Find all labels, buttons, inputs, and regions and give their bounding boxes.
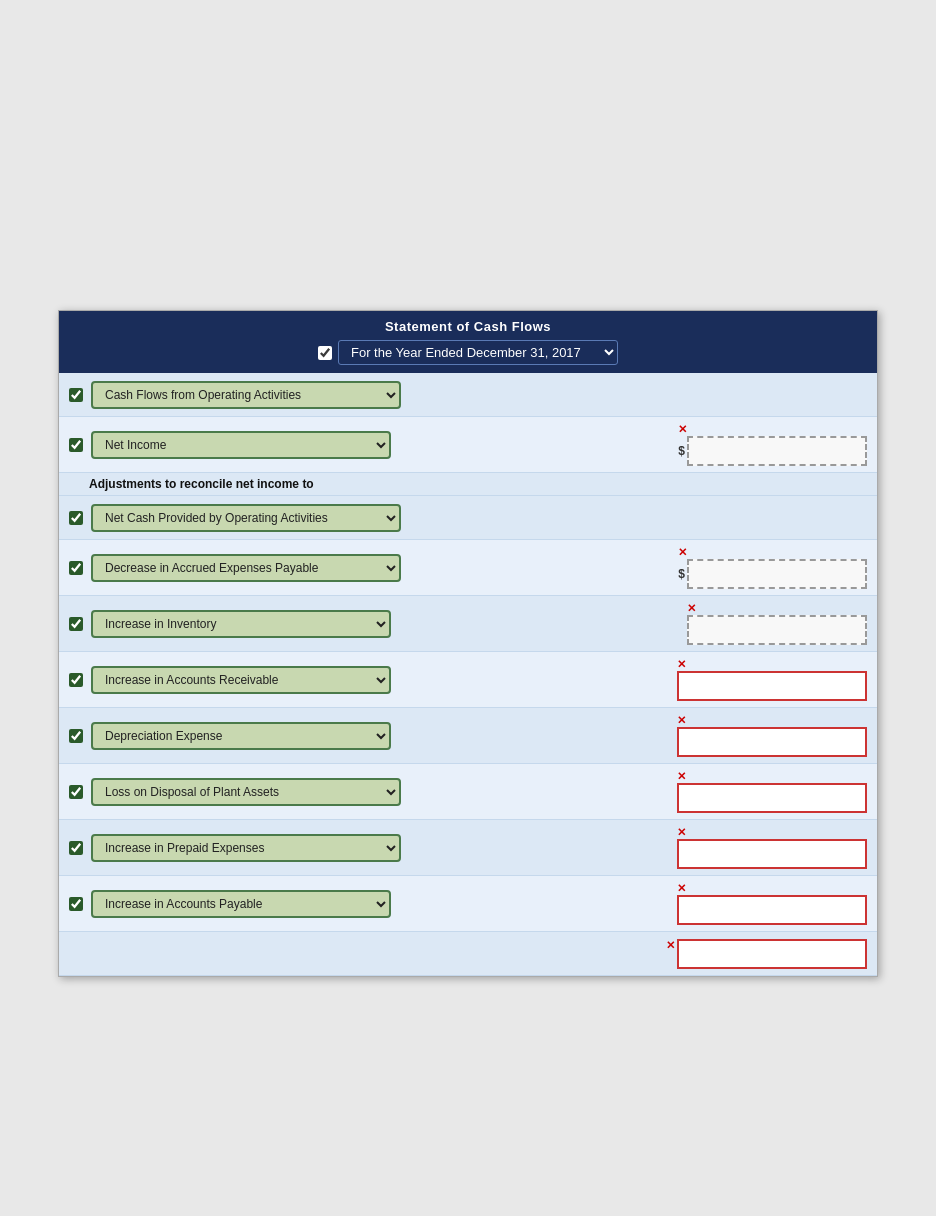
row-right: ✕: [687, 602, 867, 645]
loss-disposal-checkbox[interactable]: [69, 785, 83, 799]
increase-ap-checkbox[interactable]: [69, 897, 83, 911]
net-income-dollar: $: [678, 444, 685, 458]
loss-disposal-close-icon[interactable]: ✕: [677, 770, 686, 783]
increase-prepaid-input[interactable]: [677, 839, 867, 869]
total-row: ✕: [59, 932, 877, 976]
loss-disposal-input[interactable]: [677, 783, 867, 813]
row-left: Loss on Disposal of Plant Assets: [69, 778, 401, 806]
loss-disposal-select[interactable]: Loss on Disposal of Plant Assets: [91, 778, 401, 806]
increase-ar-input[interactable]: [677, 671, 867, 701]
increase-inventory-select[interactable]: Increase in Inventory: [91, 610, 391, 638]
operating-activities-row: Cash Flows from Operating Activities: [59, 373, 877, 417]
increase-ar-select[interactable]: Increase in Accounts Receivable: [91, 666, 391, 694]
row-left: Increase in Accounts Payable: [69, 890, 391, 918]
increase-ap-select[interactable]: Increase in Accounts Payable: [91, 890, 391, 918]
row-right: ✕ $: [678, 423, 867, 466]
header-checkbox[interactable]: [318, 346, 332, 360]
row-left: Cash Flows from Operating Activities: [69, 381, 401, 409]
depreciation-input[interactable]: [677, 727, 867, 757]
total-input[interactable]: [677, 939, 867, 969]
decrease-accrued-close-icon[interactable]: ✕: [678, 546, 687, 559]
depreciation-row: Depreciation Expense ✕: [59, 708, 877, 764]
row-left: Increase in Accounts Receivable: [69, 666, 391, 694]
row-right: ✕: [677, 770, 867, 813]
net-income-select[interactable]: Net Income: [91, 431, 391, 459]
main-container: Statement of Cash Flows For the Year End…: [58, 310, 878, 977]
increase-prepaid-row: Increase in Prepaid Expenses ✕: [59, 820, 877, 876]
operating-activities-select[interactable]: Cash Flows from Operating Activities: [91, 381, 401, 409]
increase-inventory-row: Increase in Inventory ✕: [59, 596, 877, 652]
loss-disposal-row: Loss on Disposal of Plant Assets ✕: [59, 764, 877, 820]
increase-prepaid-close-icon[interactable]: ✕: [677, 826, 686, 839]
total-input-group: ✕: [666, 939, 867, 969]
total-close-icon[interactable]: ✕: [666, 939, 675, 952]
decrease-accrued-input[interactable]: [687, 559, 867, 589]
increase-prepaid-select[interactable]: Increase in Prepaid Expenses: [91, 834, 401, 862]
depreciation-close-icon[interactable]: ✕: [677, 714, 686, 727]
net-income-input[interactable]: [687, 436, 867, 466]
row-right: ✕: [677, 714, 867, 757]
increase-prepaid-input-group: ✕: [677, 826, 867, 869]
row-right: ✕: [677, 658, 867, 701]
net-cash-checkbox[interactable]: [69, 511, 83, 525]
increase-ar-input-group: ✕: [677, 658, 867, 701]
depreciation-select[interactable]: Depreciation Expense: [91, 722, 391, 750]
row-left: Net Income: [69, 431, 391, 459]
row-right: ✕: [677, 826, 867, 869]
page-wrapper: Statement of Cash Flows For the Year End…: [20, 20, 916, 1216]
header-dropdown-row: For the Year Ended December 31, 2017: [318, 340, 618, 365]
adjustments-label: Adjustments to reconcile net income to: [59, 473, 877, 496]
increase-ar-row: Increase in Accounts Receivable ✕: [59, 652, 877, 708]
row-left: Increase in Inventory: [69, 610, 391, 638]
increase-inventory-close-icon[interactable]: ✕: [687, 602, 696, 615]
increase-ar-close-icon[interactable]: ✕: [677, 658, 686, 671]
net-income-checkbox[interactable]: [69, 438, 83, 452]
operating-activities-checkbox[interactable]: [69, 388, 83, 402]
row-right: ✕ $: [678, 546, 867, 589]
period-select[interactable]: For the Year Ended December 31, 2017: [338, 340, 618, 365]
row-left: Net Cash Provided by Operating Activitie…: [69, 504, 401, 532]
increase-inventory-input-group: ✕: [687, 602, 867, 645]
content-area: Cash Flows from Operating Activities Net…: [59, 373, 877, 976]
increase-prepaid-checkbox[interactable]: [69, 841, 83, 855]
depreciation-checkbox[interactable]: [69, 729, 83, 743]
row-right: ✕: [677, 882, 867, 925]
decrease-accrued-select[interactable]: Decrease in Accrued Expenses Payable: [91, 554, 401, 582]
increase-ap-input-group: ✕: [677, 882, 867, 925]
decrease-accrued-input-group: ✕ $: [678, 546, 867, 589]
increase-ar-checkbox[interactable]: [69, 673, 83, 687]
increase-inventory-checkbox[interactable]: [69, 617, 83, 631]
loss-disposal-input-group: ✕: [677, 770, 867, 813]
row-left: Depreciation Expense: [69, 722, 391, 750]
depreciation-input-group: ✕: [677, 714, 867, 757]
increase-ap-input[interactable]: [677, 895, 867, 925]
row-left: Increase in Prepaid Expenses: [69, 834, 401, 862]
increase-inventory-input[interactable]: [687, 615, 867, 645]
adjustments-text: Adjustments to reconcile net income to: [89, 477, 314, 491]
decrease-accrued-row: Decrease in Accrued Expenses Payable ✕ $: [59, 540, 877, 596]
net-cash-select[interactable]: Net Cash Provided by Operating Activitie…: [91, 504, 401, 532]
header-bar: Statement of Cash Flows For the Year End…: [59, 311, 877, 373]
header-title: Statement of Cash Flows: [385, 319, 551, 334]
decrease-accrued-dollar: $: [678, 567, 685, 581]
net-cash-row: Net Cash Provided by Operating Activitie…: [59, 496, 877, 540]
increase-ap-row: Increase in Accounts Payable ✕: [59, 876, 877, 932]
decrease-accrued-checkbox[interactable]: [69, 561, 83, 575]
net-income-close-icon[interactable]: ✕: [678, 423, 687, 436]
row-left: Decrease in Accrued Expenses Payable: [69, 554, 401, 582]
net-income-row: Net Income ✕ $: [59, 417, 877, 473]
increase-ap-close-icon[interactable]: ✕: [677, 882, 686, 895]
net-income-input-group: ✕ $: [678, 423, 867, 466]
